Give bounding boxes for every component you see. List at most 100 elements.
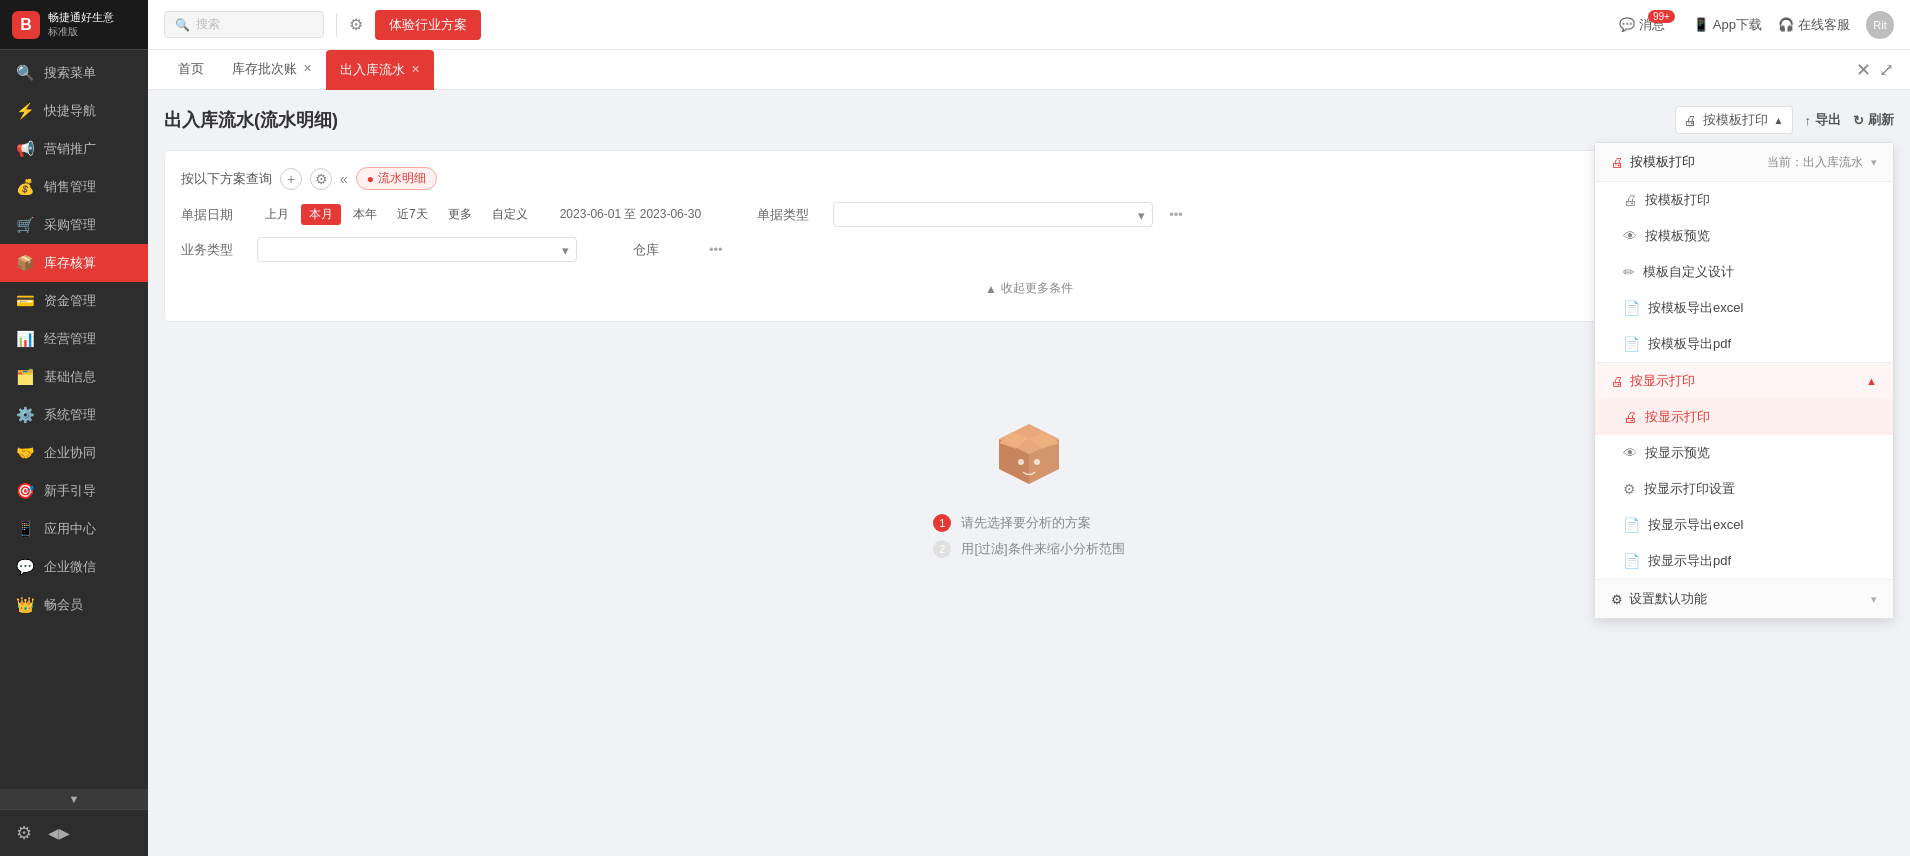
date-opt-last-month[interactable]: 上月 (257, 204, 297, 225)
sidebar-item-inventory[interactable]: 📦 库存核算 (0, 244, 148, 282)
doc-type-select-wrapper (833, 202, 1153, 227)
marketing-icon: 📢 (16, 140, 34, 158)
sidebar-item-app-center[interactable]: 📱 应用中心 (0, 510, 148, 548)
tab-right-btns: ✕ ⤢ (1856, 59, 1894, 81)
display-settings-icon: ⚙ (1623, 481, 1636, 497)
sidebar-item-sales[interactable]: 💰 销售管理 (0, 168, 148, 206)
filter-collapse-btn[interactable]: « (340, 171, 348, 187)
search-box[interactable]: 🔍 搜索 (164, 11, 324, 38)
dropdown-item-display-preview[interactable]: 👁 按显示预览 (1595, 435, 1893, 471)
main-area: 🔍 搜索 ⚙ 体验行业方案 💬 消息 99+ 📱 App下载 🎧 在线客服 Ri… (148, 0, 1910, 856)
dropdown-display-section[interactable]: 🖨 按显示打印 ▲ (1595, 362, 1893, 399)
date-opt-this-year[interactable]: 本年 (345, 204, 385, 225)
user-avatar[interactable]: Rit (1866, 11, 1894, 39)
page-content: 出入库流水(流水明细) 🖨 按模板打印 ▲ ↑ 导出 ↻ 刷新 (148, 90, 1910, 856)
logo-text: 畅捷通好生意 标准版 (48, 10, 114, 39)
date-label: 单据日期 (181, 206, 241, 224)
filter-add-btn[interactable]: + (280, 168, 302, 190)
tab-expand[interactable]: ⤢ (1879, 59, 1894, 81)
dropdown-item-template-preview[interactable]: 👁 按模板预览 (1595, 218, 1893, 254)
template-custom-icon: ✏ (1623, 264, 1635, 280)
export-btn[interactable]: ↑ 导出 (1805, 111, 1842, 129)
biz-type-select[interactable] (257, 237, 577, 262)
dropdown-item-template-excel[interactable]: 📄 按模板导出excel (1595, 290, 1893, 326)
print-section-icon: 🖨 (1611, 155, 1624, 170)
step-1-num: 1 (933, 514, 951, 532)
date-range-display: 2023-06-01 至 2023-06-30 (560, 206, 701, 223)
dropdown-panel: 🖨 按模板打印 当前：出入库流水 ▾ 🖨 按模板打印 👁 按模板预览 ✏ 模板自… (1594, 142, 1894, 619)
sidebar-item-operations[interactable]: 📊 经营管理 (0, 320, 148, 358)
settings-icon[interactable]: ⚙ (16, 822, 32, 844)
sidebar-toggle-icon[interactable]: ◀▶ (48, 825, 70, 841)
sidebar-nav: 🔍 搜索菜单 ⚡ 快捷导航 📢 营销推广 💰 销售管理 🛒 采购管理 📦 库存核… (0, 50, 148, 789)
warehouse-more-icon[interactable]: ••• (709, 242, 723, 257)
sidebar-item-basic[interactable]: 🗂️ 基础信息 (0, 358, 148, 396)
tab-bar: 首页 库存批次账 ✕ 出入库流水 ✕ ✕ ⤢ (148, 50, 1910, 90)
display-excel-icon: 📄 (1623, 517, 1640, 533)
app-download-icon: 📱 (1693, 17, 1709, 32)
dropdown-item-display-settings[interactable]: ⚙ 按显示打印设置 (1595, 471, 1893, 507)
online-service-btn[interactable]: 🎧 在线客服 (1778, 16, 1850, 34)
enterprise-icon: 🤝 (16, 444, 34, 462)
dropdown-item-display-pdf[interactable]: 📄 按显示导出pdf (1595, 543, 1893, 579)
display-pdf-icon: 📄 (1623, 553, 1640, 569)
sidebar-item-search[interactable]: 🔍 搜索菜单 (0, 54, 148, 92)
filter-tag[interactable]: ● 流水明细 (356, 167, 437, 190)
dropdown-item-display-excel[interactable]: 📄 按显示导出excel (1595, 507, 1893, 543)
empty-step-2: 2 用[过滤]条件来缩小分析范围 (933, 540, 1124, 558)
operations-icon: 📊 (16, 330, 34, 348)
sidebar-item-marketing[interactable]: 📢 营销推广 (0, 130, 148, 168)
display-preview-icon: 👁 (1623, 445, 1637, 461)
template-excel-icon: 📄 (1623, 300, 1640, 316)
message-btn[interactable]: 💬 消息 99+ (1619, 16, 1665, 34)
message-badge: 99+ (1648, 10, 1675, 23)
message-icon: 💬 (1619, 17, 1635, 32)
tab-home[interactable]: 首页 (164, 50, 218, 90)
basic-icon: 🗂️ (16, 368, 34, 386)
sidebar-item-member[interactable]: 👑 畅会员 (0, 586, 148, 624)
sales-icon: 💰 (16, 178, 34, 196)
date-opt-more[interactable]: 更多 (440, 204, 480, 225)
logo-icon: B (12, 11, 40, 39)
tab-flow-close[interactable]: ✕ (411, 63, 420, 76)
system-icon: ⚙️ (16, 406, 34, 424)
chevron-up-icon: ▲ (1774, 115, 1784, 126)
print-template-btn[interactable]: 🖨 按模板打印 ▲ (1675, 106, 1793, 134)
page-title-right: 🖨 按模板打印 ▲ ↑ 导出 ↻ 刷新 (1675, 106, 1894, 134)
tab-batch-account-close[interactable]: ✕ (303, 62, 312, 75)
date-opt-this-month[interactable]: 本月 (301, 204, 341, 225)
dropdown-item-template-print[interactable]: 🖨 按模板打印 (1595, 182, 1893, 218)
dropdown-footer[interactable]: ⚙ 设置默认功能 ▾ (1595, 579, 1893, 618)
dropdown-chevron-down: ▾ (1871, 156, 1877, 169)
settings-default-icon: ⚙ (1611, 592, 1623, 607)
tab-flow[interactable]: 出入库流水 ✕ (326, 50, 434, 90)
refresh-btn[interactable]: ↻ 刷新 (1853, 111, 1894, 129)
sidebar: B 畅捷通好生意 标准版 🔍 搜索菜单 ⚡ 快捷导航 📢 营销推广 💰 销售管理… (0, 0, 148, 856)
app-download-btn[interactable]: 📱 App下载 (1693, 16, 1762, 34)
refresh-icon: ↻ (1853, 113, 1864, 128)
purchase-icon: 🛒 (16, 216, 34, 234)
doc-type-label: 单据类型 (757, 206, 817, 224)
sidebar-item-guide[interactable]: 🎯 新手引导 (0, 472, 148, 510)
sidebar-item-finance[interactable]: 💳 资金管理 (0, 282, 148, 320)
header-gear-icon[interactable]: ⚙ (349, 15, 363, 34)
doc-type-more-icon[interactable]: ••• (1169, 207, 1183, 222)
doc-type-select[interactable] (833, 202, 1153, 227)
trial-btn[interactable]: 体验行业方案 (375, 10, 481, 40)
filter-settings-btn[interactable]: ⚙ (310, 168, 332, 190)
sidebar-item-quick-nav[interactable]: ⚡ 快捷导航 (0, 92, 148, 130)
sidebar-item-enterprise[interactable]: 🤝 企业协同 (0, 434, 148, 472)
dropdown-item-template-custom[interactable]: ✏ 模板自定义设计 (1595, 254, 1893, 290)
header-right: 💬 消息 99+ 📱 App下载 🎧 在线客服 Rit (1619, 11, 1894, 39)
sidebar-item-purchase[interactable]: 🛒 采购管理 (0, 206, 148, 244)
date-opt-custom[interactable]: 自定义 (484, 204, 536, 225)
tab-close-all[interactable]: ✕ (1856, 59, 1871, 81)
svg-point-5 (1018, 459, 1024, 465)
sidebar-item-system[interactable]: ⚙️ 系统管理 (0, 396, 148, 434)
dropdown-item-template-pdf[interactable]: 📄 按模板导出pdf (1595, 326, 1893, 362)
sidebar-item-wecom[interactable]: 💬 企业微信 (0, 548, 148, 586)
dropdown-item-display-print[interactable]: 🖨 按显示打印 (1595, 399, 1893, 435)
tab-batch-account[interactable]: 库存批次账 ✕ (218, 50, 326, 90)
date-opt-7days[interactable]: 近7天 (389, 204, 436, 225)
sidebar-scroll-down[interactable]: ▼ (0, 789, 148, 809)
